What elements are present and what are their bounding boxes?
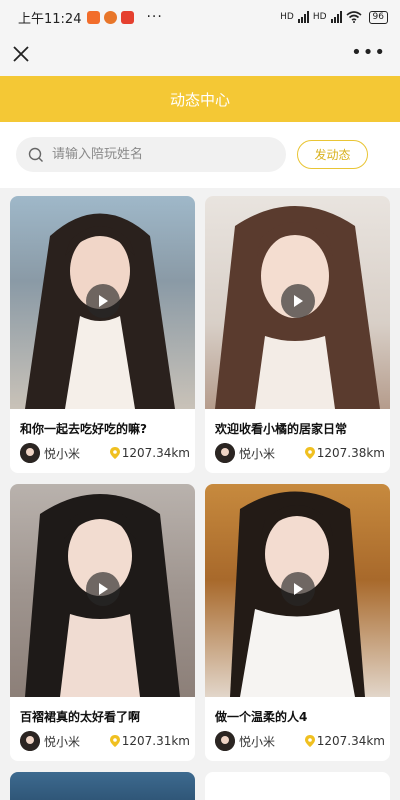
more-options-icon[interactable]: ••• <box>351 42 386 63</box>
page-title: 动态中心 <box>169 90 230 109</box>
author-name: 悦小米 <box>44 734 81 749</box>
wifi-icon <box>346 11 362 23</box>
avatar <box>215 731 235 751</box>
card-meta: 悦小米 1207.38km <box>215 442 385 464</box>
avatar <box>20 731 40 751</box>
distance-text: 1207.38km <box>316 446 385 460</box>
status-more-icon: ··· <box>146 9 163 25</box>
card-meta: 悦小米 1207.34km <box>215 730 385 752</box>
notification-app-icon <box>87 10 101 24</box>
video-thumbnail <box>10 484 195 697</box>
video-thumbnail <box>205 196 390 409</box>
status-time: 上午11:24 <box>18 11 82 27</box>
card-title: 欢迎收看小橘的居家日常 <box>215 422 348 436</box>
network-type-2: HD <box>312 12 327 22</box>
close-icon[interactable] <box>10 43 32 65</box>
search-icon <box>28 147 43 162</box>
moments-grid: 和你一起去吃好吃的嘛? 悦小米 1207.34km 欢迎收看小橘的居家日常 悦小… <box>0 188 400 800</box>
video-thumbnail <box>205 484 390 697</box>
play-icon[interactable] <box>86 284 120 318</box>
search-input[interactable] <box>52 147 262 162</box>
location-pin-icon <box>109 447 120 459</box>
search-row: 发动态 <box>0 122 400 188</box>
red-app-icon <box>121 10 135 24</box>
author-name: 悦小米 <box>239 734 276 749</box>
network-type-1: HD <box>280 12 294 22</box>
avatar <box>20 443 40 463</box>
moment-card[interactable]: 做一个温柔的人4 悦小米 1207.34km <box>205 484 390 761</box>
card-title: 百褶裙真的太好看了啊 <box>20 710 141 724</box>
card-meta: 悦小米 1207.34km <box>20 442 190 464</box>
status-app-icons <box>87 10 135 24</box>
location-distance: 1207.34km <box>109 446 190 460</box>
distance-text: 1207.31km <box>121 734 190 748</box>
moment-card-partial[interactable] <box>205 772 390 800</box>
play-icon[interactable] <box>281 572 315 606</box>
card-meta: 悦小米 1207.31km <box>20 730 190 752</box>
moment-card-partial[interactable] <box>10 772 195 800</box>
location-distance: 1207.38km <box>304 446 385 460</box>
play-icon[interactable] <box>86 572 120 606</box>
card-title: 做一个温柔的人4 <box>215 710 308 724</box>
status-right: HD HD 96 <box>280 10 388 24</box>
signal-icon <box>297 11 309 23</box>
location-pin-icon <box>304 735 315 747</box>
nav-bar: ••• <box>0 34 400 76</box>
location-distance: 1207.31km <box>109 734 190 748</box>
location-pin-icon <box>109 735 120 747</box>
location-pin-icon <box>304 447 315 459</box>
location-distance: 1207.34km <box>304 734 385 748</box>
moment-card[interactable]: 和你一起去吃好吃的嘛? 悦小米 1207.34km <box>10 196 195 473</box>
pumpkin-app-icon <box>104 10 118 24</box>
video-thumbnail <box>10 196 195 409</box>
battery-icon: 96 <box>368 10 388 24</box>
signal-icon-2 <box>330 11 342 23</box>
author-name: 悦小米 <box>239 446 276 461</box>
distance-text: 1207.34km <box>316 734 385 748</box>
moment-card[interactable]: 百褶裙真的太好看了啊 悦小米 1207.31km <box>10 484 195 761</box>
moment-card[interactable]: 欢迎收看小橘的居家日常 悦小米 1207.38km <box>205 196 390 473</box>
page-header: 动态中心 <box>0 76 400 122</box>
author-name: 悦小米 <box>44 446 81 461</box>
distance-text: 1207.34km <box>121 446 190 460</box>
avatar <box>215 443 235 463</box>
card-title: 和你一起去吃好吃的嘛? <box>20 422 147 436</box>
post-moment-button[interactable]: 发动态 <box>297 140 368 169</box>
status-bar: 上午11:24 ··· HD HD 96 <box>0 0 400 34</box>
play-icon[interactable] <box>281 284 315 318</box>
search-box[interactable] <box>16 137 286 172</box>
